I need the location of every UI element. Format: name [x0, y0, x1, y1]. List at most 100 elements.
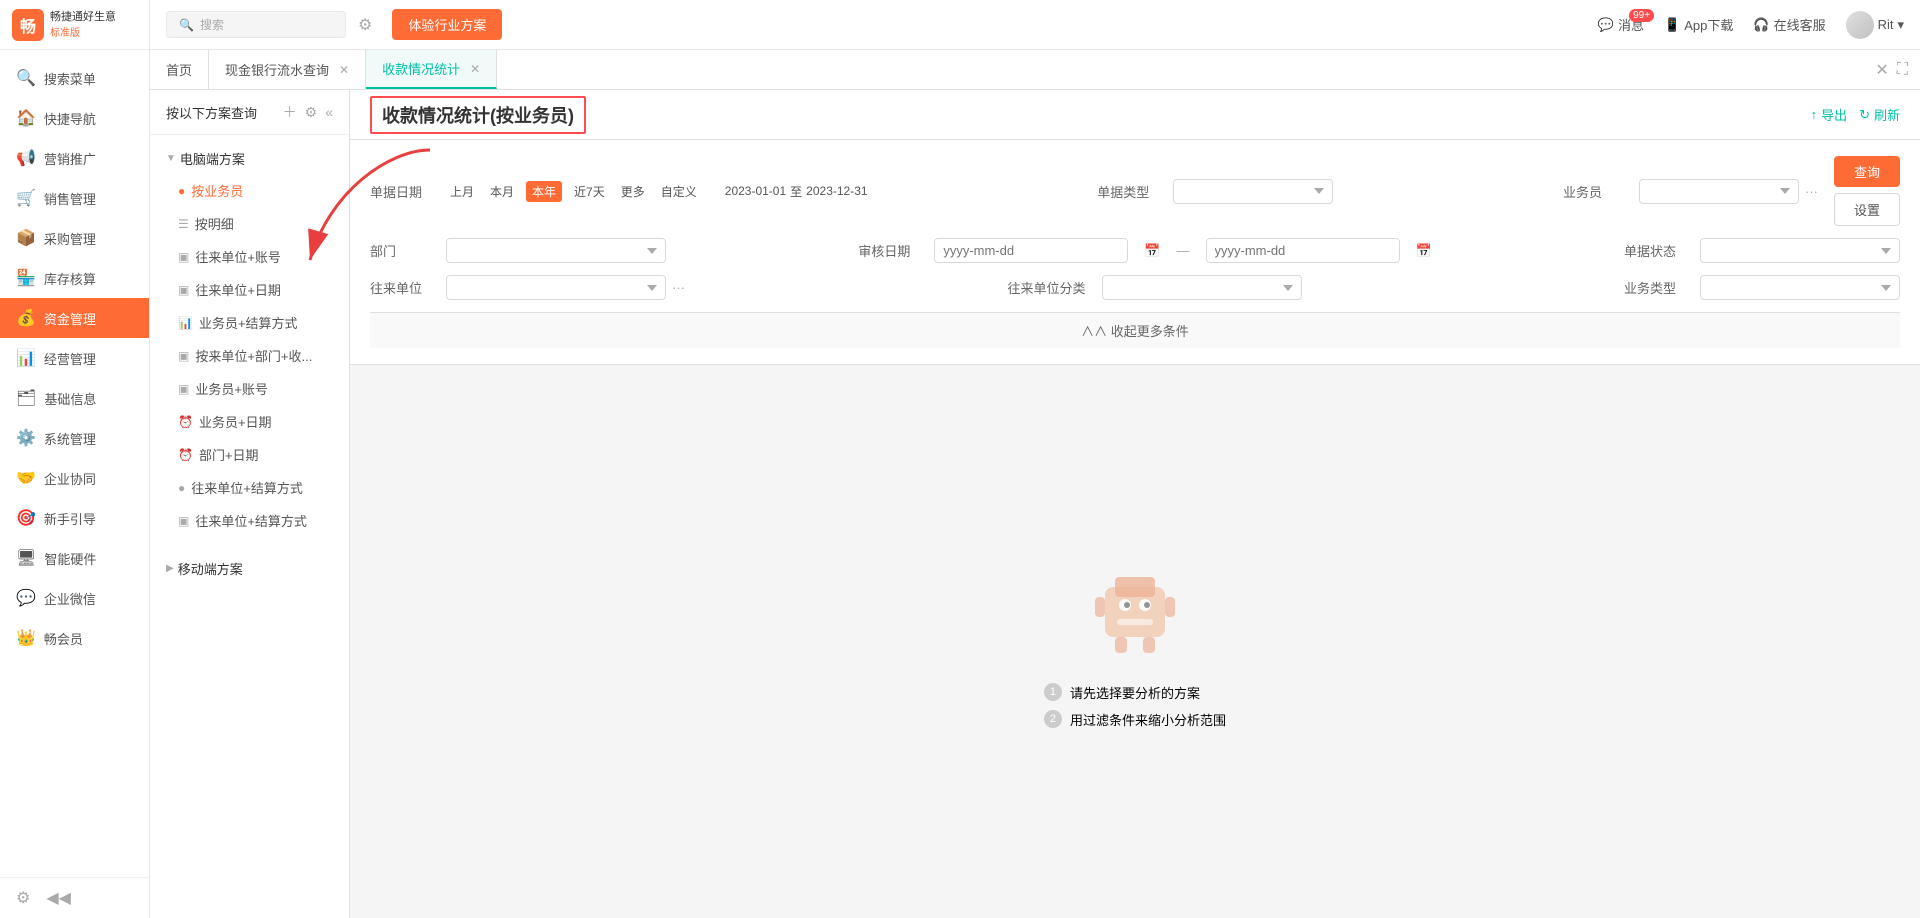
scheme-settings-icon[interactable]: ⚙: [305, 104, 318, 121]
logo-text-block: 畅捷通好生意 标准版: [50, 10, 116, 39]
message-badge: 99+: [1629, 9, 1654, 22]
sidebar-item-wechat[interactable]: 💬 企业微信: [0, 578, 149, 618]
page-header: 收款情况统计(按业务员) ↑ 导出 ↻ 刷新: [350, 90, 1920, 140]
query-button[interactable]: 查询: [1834, 156, 1900, 187]
logo-icon: 畅: [12, 9, 44, 41]
mobile-group-title[interactable]: ▶ 移动端方案: [150, 553, 349, 584]
dept-label: 部门: [370, 241, 430, 260]
settings-bottom-icon[interactable]: ⚙: [16, 888, 30, 908]
tab-receipt-close-icon[interactable]: ✕: [470, 62, 480, 76]
fullscreen-icon[interactable]: ⛶: [1897, 61, 1908, 79]
sidebar-item-capital[interactable]: 💰 资金管理: [0, 298, 149, 338]
sidebar-item-member[interactable]: 👑 畅会员: [0, 618, 149, 658]
trial-button[interactable]: 体验行业方案: [392, 9, 502, 40]
date-to: 2023-12-31: [806, 184, 867, 198]
biz-type-select[interactable]: [1700, 275, 1900, 300]
tab-bank-label: 现金银行流水查询: [225, 60, 329, 79]
shortcut-this-year[interactable]: 本年: [526, 181, 562, 202]
shortcut-more[interactable]: 更多: [617, 181, 649, 202]
scheme-item-partner-account[interactable]: ▣ 往来单位+账号: [150, 240, 349, 273]
sidebar-item-label: 搜索菜单: [44, 69, 96, 88]
tab-bank-close-icon[interactable]: ✕: [339, 63, 349, 77]
doc-status-select[interactable]: [1700, 238, 1900, 263]
shortcut-7days[interactable]: 近7天: [570, 181, 609, 202]
tab-home[interactable]: 首页: [150, 50, 209, 89]
partner-dept-icon: ▣: [178, 349, 189, 363]
user-name: Rit: [1878, 17, 1894, 32]
partner-category-select[interactable]: [1102, 275, 1302, 300]
collapse-sidebar-icon[interactable]: ◀◀: [46, 888, 71, 908]
scheme-item-by-detail[interactable]: ☰ 按明细: [150, 207, 349, 240]
review-date-to[interactable]: [1206, 238, 1400, 263]
sidebar: 畅 畅捷通好生意 标准版 🔍 搜索菜单 🏠 快捷导航 📢 营销推广 🛒 销售管理…: [0, 0, 150, 918]
scheme-item-partner-settle2[interactable]: ▣ 往来单位+结算方式: [150, 504, 349, 537]
chevron-down-icon: ▾: [1897, 17, 1904, 33]
sidebar-item-label: 智能硬件: [44, 549, 96, 568]
scheme-item-partner-settle1[interactable]: ● 往来单位+结算方式: [150, 471, 349, 504]
review-date-from[interactable]: [934, 238, 1128, 263]
sidebar-item-label: 销售管理: [44, 189, 96, 208]
settings-button[interactable]: 设置: [1834, 193, 1900, 226]
sidebar-item-system[interactable]: ⚙️ 系统管理: [0, 418, 149, 458]
scheme-item-label: 往来单位+结算方式: [191, 478, 303, 497]
sidebar-item-label: 营销推广: [44, 149, 96, 168]
salesman-account-icon: ▣: [178, 382, 189, 396]
sidebar-item-sales[interactable]: 🛒 销售管理: [0, 178, 149, 218]
sidebar-item-hardware[interactable]: 🖥 智能硬件: [0, 538, 149, 578]
sidebar-item-inventory[interactable]: 🏪 库存核算: [0, 258, 149, 298]
sidebar-item-quick[interactable]: 🏠 快捷导航: [0, 98, 149, 138]
shortcut-last-month[interactable]: 上月: [446, 181, 478, 202]
date-label: 单据日期: [370, 182, 430, 201]
salesman-more-icon[interactable]: ···: [1805, 184, 1818, 199]
scheme-item-dept-date[interactable]: ⏰ 部门+日期: [150, 438, 349, 471]
scheme-item-by-salesman[interactable]: ● 按业务员: [150, 174, 349, 207]
salesman-select[interactable]: [1639, 179, 1799, 204]
scheme-item-partner-date[interactable]: ▣ 往来单位+日期: [150, 273, 349, 306]
sidebar-item-basic[interactable]: 🗂 基础信息: [0, 378, 149, 418]
sidebar-item-purchase[interactable]: 📦 采购管理: [0, 218, 149, 258]
tab-receipt[interactable]: 收款情况统计 ✕: [366, 50, 497, 89]
sidebar-item-search[interactable]: 🔍 搜索菜单: [0, 58, 149, 98]
user-avatar[interactable]: Rit ▾: [1846, 11, 1904, 39]
scheme-item-salesman-account[interactable]: ▣ 业务员+账号: [150, 372, 349, 405]
online-service-button[interactable]: 🎧 在线客服: [1753, 15, 1825, 34]
sidebar-item-guide[interactable]: 🎯 新手引导: [0, 498, 149, 538]
scheme-add-icon[interactable]: ＋: [283, 102, 297, 122]
sidebar-item-marketing[interactable]: 📢 营销推广: [0, 138, 149, 178]
capital-icon: 💰: [16, 308, 36, 328]
message-button[interactable]: 💬 消息 99+: [1598, 15, 1644, 34]
home-icon: 🏠: [16, 108, 36, 128]
logo-sub: 标准版: [50, 24, 116, 39]
shortcut-this-month[interactable]: 本月: [486, 181, 518, 202]
search-icon: 🔍: [16, 68, 36, 88]
calendar-icon-to[interactable]: 📅: [1416, 243, 1432, 259]
topbar-search-icon: 🔍: [179, 18, 194, 32]
scheme-item-salesman-date[interactable]: ⏰ 业务员+日期: [150, 405, 349, 438]
tab-bank[interactable]: 现金银行流水查询 ✕: [209, 50, 366, 89]
sidebar-item-label: 库存核算: [44, 269, 96, 288]
app-download-button[interactable]: 📱 App下载: [1664, 15, 1733, 34]
scheme-item-partner-dept[interactable]: ▣ 按来单位+部门+收...: [150, 339, 349, 372]
topbar-search[interactable]: 🔍 搜索: [166, 11, 346, 38]
partner-select[interactable]: [446, 275, 666, 300]
scheme-item-salesman-settle[interactable]: 📊 业务员+结算方式: [150, 306, 349, 339]
dept-select[interactable]: [446, 238, 666, 263]
topbar-gear-icon[interactable]: ⚙: [358, 15, 372, 35]
export-button[interactable]: ↑ 导出: [1811, 105, 1848, 124]
scheme-collapse-icon[interactable]: «: [325, 104, 333, 120]
sidebar-item-enterprise[interactable]: 🤝 企业协同: [0, 458, 149, 498]
salesman-label: 业务员: [1563, 182, 1623, 201]
calendar-icon-from[interactable]: 📅: [1144, 243, 1160, 259]
sidebar-item-operation[interactable]: 📊 经营管理: [0, 338, 149, 378]
pc-group-title[interactable]: ▼ 电脑端方案: [150, 143, 349, 174]
doc-type-select[interactable]: [1173, 179, 1333, 204]
close-window-icon[interactable]: ✕: [1875, 60, 1888, 80]
shortcut-custom[interactable]: 自定义: [657, 181, 701, 202]
scheme-item-label: 往来单位+结算方式: [195, 511, 307, 530]
refresh-button[interactable]: ↻ 刷新: [1859, 105, 1900, 124]
partner-more-icon[interactable]: ···: [672, 280, 685, 295]
doc-status-label: 单据状态: [1624, 241, 1684, 260]
enterprise-icon: 🤝: [16, 468, 36, 488]
mobile-scheme-group: ▶ 移动端方案: [150, 545, 349, 592]
collapse-bar[interactable]: ∧∧ 收起更多条件: [370, 312, 1900, 348]
